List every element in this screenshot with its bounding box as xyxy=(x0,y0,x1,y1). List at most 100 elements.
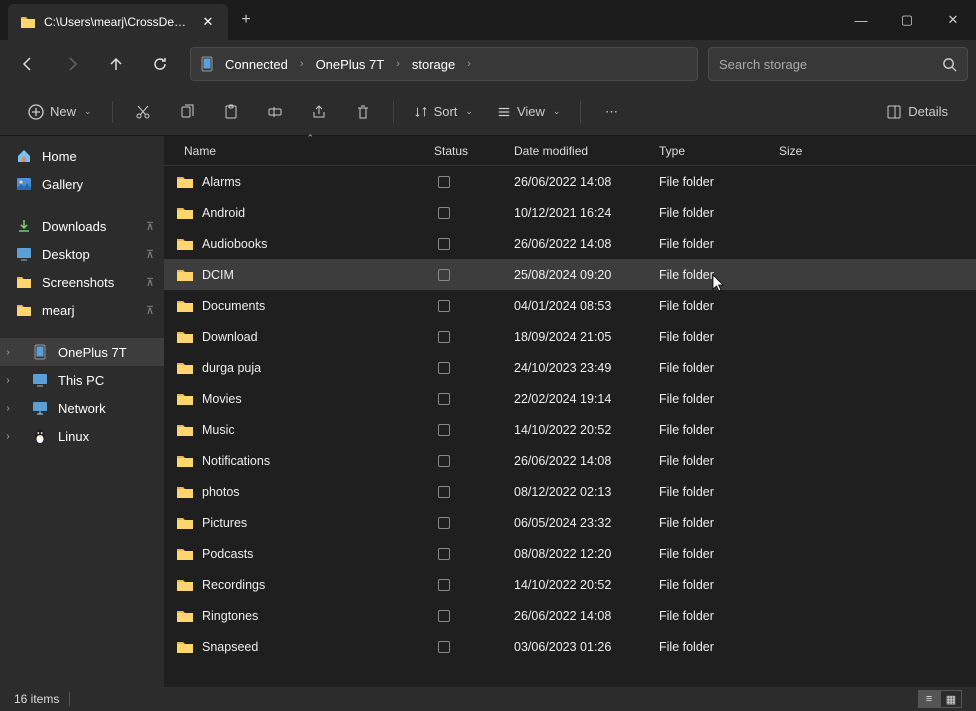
sidebar-item-network[interactable]: ›Network xyxy=(0,394,164,422)
chevron-right-icon[interactable]: › xyxy=(2,431,14,442)
close-button[interactable]: ✕ xyxy=(930,0,976,40)
phone-icon xyxy=(199,56,215,72)
active-tab[interactable]: C:\Users\mearj\CrossDevice\O ✕ xyxy=(8,4,228,40)
breadcrumb[interactable]: Connected › OnePlus 7T › storage › xyxy=(190,47,698,81)
up-button[interactable] xyxy=(96,46,136,82)
table-row[interactable]: Android 10/12/2021 16:24 File folder xyxy=(164,197,976,228)
breadcrumb-seg-1[interactable]: OnePlus 7T xyxy=(310,53,391,76)
sidebar-item-desktop[interactable]: Desktop⊼ xyxy=(0,240,164,268)
status-icon xyxy=(438,393,450,405)
table-row[interactable]: Download 18/09/2024 21:05 File folder xyxy=(164,321,976,352)
chevron-right-icon[interactable]: › xyxy=(2,403,14,414)
sidebar-item-linux[interactable]: › Linux xyxy=(0,422,164,450)
copy-button[interactable] xyxy=(167,95,207,129)
file-name: Download xyxy=(202,330,258,344)
table-row[interactable]: Pictures 06/05/2024 23:32 File folder xyxy=(164,507,976,538)
sidebar-item-gallery[interactable]: Gallery xyxy=(0,170,164,198)
table-row[interactable]: Snapseed 03/06/2023 01:26 File folder xyxy=(164,631,976,662)
chevron-down-icon: ⌄ xyxy=(553,106,561,117)
file-list: Name ⌃ Status Date modified Type Size Al… xyxy=(164,136,976,687)
chevron-right-icon[interactable]: › xyxy=(2,375,14,386)
table-row[interactable]: Movies 22/02/2024 19:14 File folder xyxy=(164,383,976,414)
new-tab-button[interactable]: + xyxy=(228,0,264,40)
search-box[interactable] xyxy=(708,47,968,81)
breadcrumb-seg-2[interactable]: storage xyxy=(406,53,461,76)
maximize-button[interactable]: ▢ xyxy=(884,0,930,40)
column-status[interactable]: Status xyxy=(424,136,504,165)
file-name: Movies xyxy=(202,392,242,406)
date-modified: 25/08/2024 09:20 xyxy=(504,268,649,282)
new-button[interactable]: New ⌄ xyxy=(18,95,102,129)
chevron-right-icon[interactable]: › xyxy=(394,58,402,70)
column-size[interactable]: Size xyxy=(769,136,849,165)
column-headers: Name ⌃ Status Date modified Type Size xyxy=(164,136,976,166)
table-row[interactable]: Ringtones 26/06/2022 14:08 File folder xyxy=(164,600,976,631)
sidebar-item-mearj[interactable]: mearj⊼ xyxy=(0,296,164,324)
back-button[interactable] xyxy=(8,46,48,82)
sidebar-item-screenshots[interactable]: Screenshots ⊼ xyxy=(0,268,164,296)
statusbar: 16 items ≡ ▦ xyxy=(0,687,976,711)
file-type: File folder xyxy=(649,299,769,313)
file-name: Ringtones xyxy=(202,609,258,623)
search-icon[interactable] xyxy=(942,57,957,72)
table-row[interactable]: DCIM 25/08/2024 09:20 File folder xyxy=(164,259,976,290)
chevron-right-icon[interactable]: › xyxy=(298,58,306,70)
status-icon xyxy=(438,362,450,374)
table-row[interactable]: Music 14/10/2022 20:52 File folder xyxy=(164,414,976,445)
share-button[interactable] xyxy=(299,95,339,129)
table-row[interactable]: Notifications 26/06/2022 14:08 File fold… xyxy=(164,445,976,476)
sidebar-item-oneplus-7t[interactable]: ›OnePlus 7T xyxy=(0,338,164,366)
sidebar-item-downloads[interactable]: Downloads⊼ xyxy=(0,212,164,240)
delete-button[interactable] xyxy=(343,95,383,129)
file-name: Pictures xyxy=(202,516,247,530)
table-row[interactable]: Podcasts 08/08/2022 12:20 File folder xyxy=(164,538,976,569)
column-date-modified[interactable]: Date modified xyxy=(504,136,649,165)
sidebar-label: mearj xyxy=(42,303,75,318)
refresh-button[interactable] xyxy=(140,46,180,82)
status-icon xyxy=(438,331,450,343)
tab-close-button[interactable]: ✕ xyxy=(200,14,216,30)
details-view-button[interactable]: ≡ xyxy=(918,690,940,708)
file-type: File folder xyxy=(649,640,769,654)
file-name: Documents xyxy=(202,299,265,313)
details-button[interactable]: Details xyxy=(876,95,958,129)
breadcrumb-seg-0[interactable]: Connected xyxy=(219,53,294,76)
rename-button[interactable] xyxy=(255,95,295,129)
status-icon xyxy=(438,610,450,622)
folder-icon xyxy=(176,330,194,344)
status-icon xyxy=(438,517,450,529)
table-row[interactable]: Audiobooks 26/06/2022 14:08 File folder xyxy=(164,228,976,259)
titlebar: C:\Users\mearj\CrossDevice\O ✕ + — ▢ ✕ xyxy=(0,0,976,40)
file-name: Music xyxy=(202,423,235,437)
sidebar-label: Screenshots xyxy=(42,275,114,290)
forward-button[interactable] xyxy=(52,46,92,82)
table-row[interactable]: photos 08/12/2022 02:13 File folder xyxy=(164,476,976,507)
table-row[interactable]: Documents 04/01/2024 08:53 File folder xyxy=(164,290,976,321)
view-button[interactable]: View ⌄ xyxy=(487,95,571,129)
icons-view-button[interactable]: ▦ xyxy=(940,690,962,708)
sidebar-item-this-pc[interactable]: ›This PC xyxy=(0,366,164,394)
details-button-label: Details xyxy=(908,104,948,119)
sort-button[interactable]: Sort ⌄ xyxy=(404,95,483,129)
pin-icon: ⊼ xyxy=(146,276,154,289)
status-icon xyxy=(438,207,450,219)
folder-icon xyxy=(176,392,194,406)
paste-button[interactable] xyxy=(211,95,251,129)
column-type[interactable]: Type xyxy=(649,136,769,165)
table-row[interactable]: Alarms 26/06/2022 14:08 File folder xyxy=(164,166,976,197)
file-type: File folder xyxy=(649,361,769,375)
search-input[interactable] xyxy=(719,57,936,72)
table-row[interactable]: Recordings 14/10/2022 20:52 File folder xyxy=(164,569,976,600)
sidebar-label: Linux xyxy=(58,429,89,444)
chevron-right-icon[interactable]: › xyxy=(2,347,14,358)
column-name[interactable]: Name ⌃ xyxy=(164,136,424,165)
table-row[interactable]: durga puja 24/10/2023 23:49 File folder xyxy=(164,352,976,383)
sidebar-item-home[interactable]: Home xyxy=(0,142,164,170)
more-button[interactable]: ⋯ xyxy=(591,95,631,129)
folder-icon xyxy=(176,547,194,561)
date-modified: 22/02/2024 19:14 xyxy=(504,392,649,406)
chevron-right-icon[interactable]: › xyxy=(465,58,473,70)
date-modified: 18/09/2024 21:05 xyxy=(504,330,649,344)
cut-button[interactable] xyxy=(123,95,163,129)
minimize-button[interactable]: — xyxy=(838,0,884,40)
